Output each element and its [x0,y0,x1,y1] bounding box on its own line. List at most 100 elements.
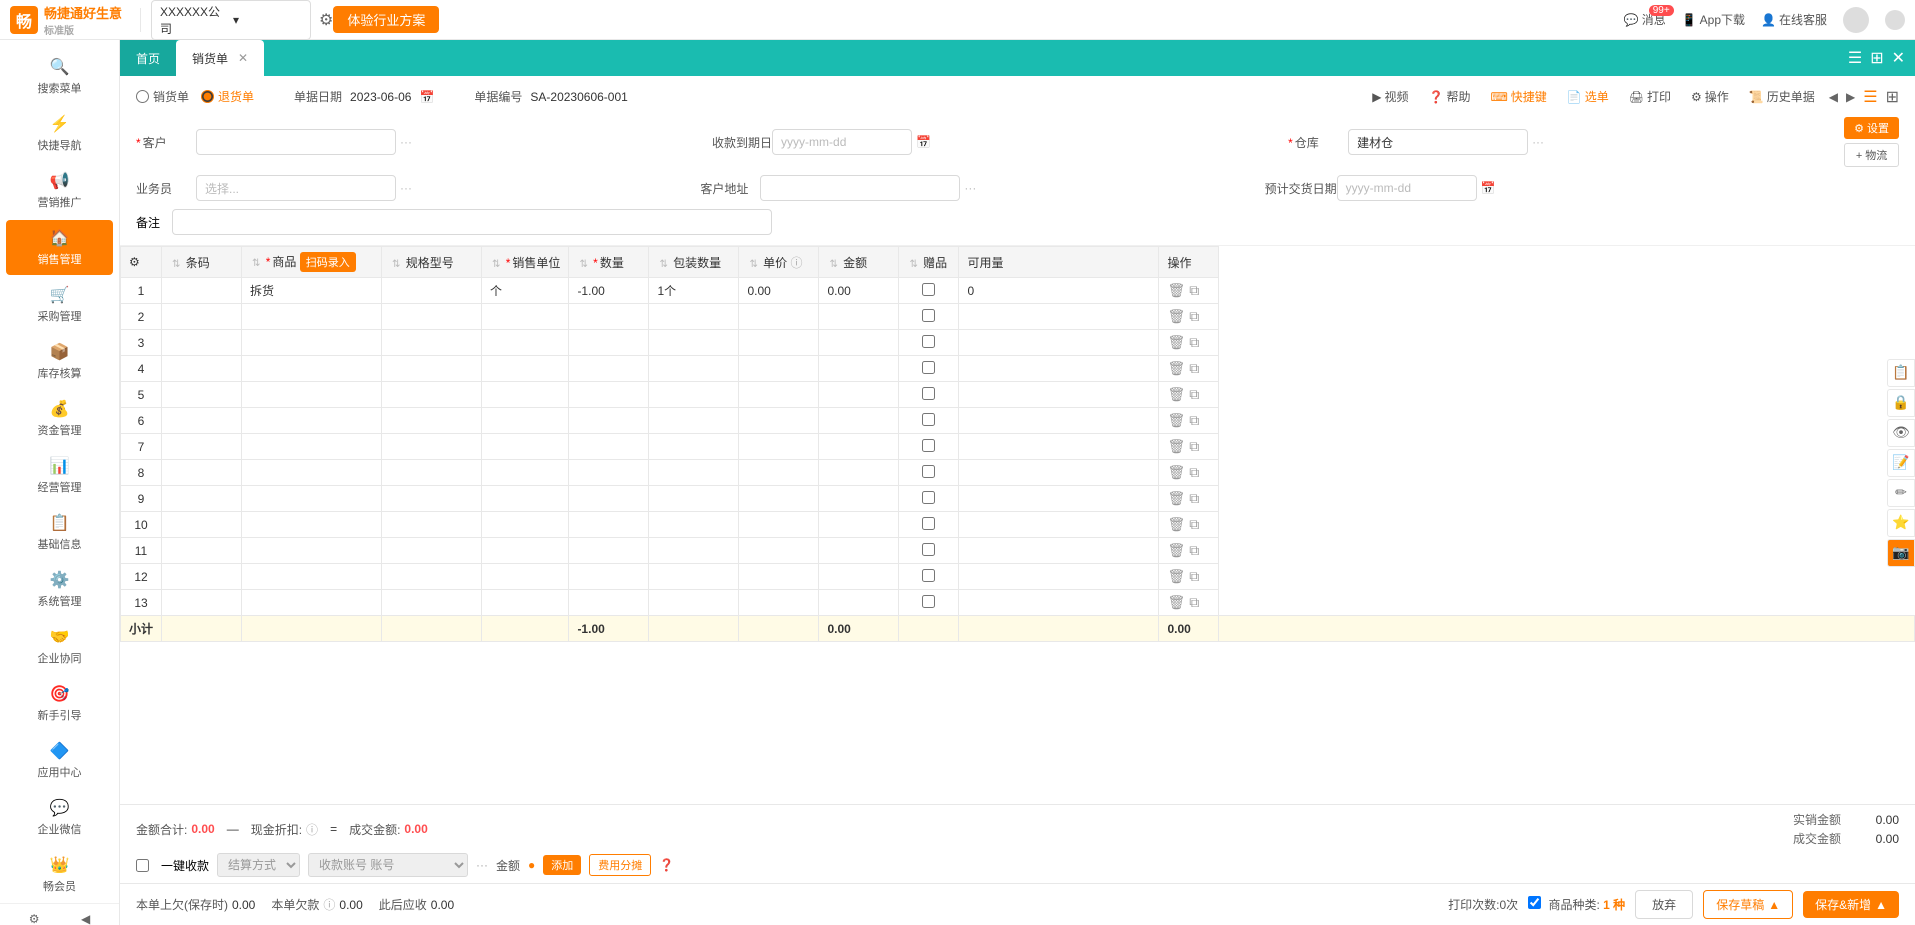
copy-icon[interactable]: ⧉ [1189,438,1199,455]
cell-amount[interactable]: 0.00 [819,278,899,304]
tab-list-icon[interactable]: ☰ [1848,48,1862,68]
cell-gift[interactable] [899,538,959,564]
collapse-icon[interactable]: ◀ [81,912,90,925]
settings-bottom-icon[interactable]: ⚙ [29,912,40,925]
cell-pack-qty[interactable] [649,434,739,460]
tab-sales-order[interactable]: 销货单 ✕ [176,40,264,76]
gift-checkbox[interactable] [922,387,935,400]
copy-icon[interactable]: ⧉ [1189,516,1199,533]
cell-barcode[interactable] [162,434,242,460]
cell-barcode[interactable] [162,330,242,356]
cell-barcode[interactable] [162,512,242,538]
float-btn-7[interactable]: 📷 [1887,539,1915,567]
cell-pack-qty[interactable]: 1个 [649,278,739,304]
cell-gift[interactable] [899,512,959,538]
sort-icon-price[interactable]: ⇅ [749,259,757,270]
copy-icon[interactable]: ⧉ [1189,490,1199,507]
delete-icon[interactable]: 🗑 [1167,490,1185,507]
cell-spec[interactable] [382,590,482,616]
cell-product[interactable] [242,590,382,616]
cell-pack-qty[interactable] [649,408,739,434]
gift-checkbox[interactable] [922,335,935,348]
cell-price[interactable] [739,460,819,486]
cell-qty[interactable] [569,356,649,382]
delete-icon[interactable]: 🗑 [1167,334,1185,351]
cell-pack-qty[interactable] [649,330,739,356]
sort-icon-pack[interactable]: ⇅ [659,259,667,270]
sidebar-item-guide[interactable]: 🎯 新手引导 [6,676,113,731]
cell-amount[interactable] [819,356,899,382]
settings-icon[interactable]: ⚙ [319,10,333,30]
sidebar-item-basic[interactable]: 📋 基础信息 [6,505,113,560]
cell-qty[interactable] [569,304,649,330]
delete-icon[interactable]: 🗑 [1167,568,1185,585]
cell-qty[interactable] [569,434,649,460]
cell-unit[interactable] [482,356,569,382]
cell-qty[interactable] [569,512,649,538]
trial-button[interactable]: 体验行业方案 [333,6,439,33]
cell-spec[interactable] [382,434,482,460]
copy-icon[interactable]: ⧉ [1189,282,1199,299]
cell-barcode[interactable] [162,486,242,512]
cell-gift[interactable] [899,330,959,356]
cell-amount[interactable] [819,512,899,538]
copy-icon[interactable]: ⧉ [1189,334,1199,351]
copy-icon[interactable]: ⧉ [1189,542,1199,559]
customer-addr-input[interactable] [760,175,960,201]
cell-qty[interactable] [569,590,649,616]
cell-price[interactable] [739,408,819,434]
message-button[interactable]: 💬 消息 99+ [1624,11,1666,28]
cell-product[interactable] [242,564,382,590]
sidebar-item-search[interactable]: 🔍 搜索菜单 [6,49,113,104]
tab-grid-icon[interactable]: ⊞ [1870,48,1883,68]
sort-icon-gift[interactable]: ⇅ [909,259,917,270]
close-all-icon[interactable]: ✕ [1892,48,1905,68]
gift-checkbox[interactable] [922,595,935,608]
help-btn[interactable]: ❓ 帮助 [1423,86,1477,107]
cell-qty[interactable] [569,408,649,434]
cell-qty[interactable] [569,382,649,408]
cell-amount[interactable] [819,538,899,564]
price-info-icon[interactable]: ⓘ [791,256,803,270]
product-type-checkbox[interactable] [1528,896,1541,909]
sidebar-item-appstore[interactable]: 🔷 应用中心 [6,733,113,788]
cell-spec[interactable] [382,408,482,434]
video-btn[interactable]: ▶ 视频 [1366,86,1414,107]
cell-spec[interactable] [382,460,482,486]
scan-button[interactable]: 扫码录入 [300,252,356,272]
cell-unit[interactable] [482,408,569,434]
cell-product[interactable] [242,460,382,486]
warehouse-input[interactable]: 建材仓 [1348,129,1528,155]
cell-amount[interactable] [819,408,899,434]
cell-product[interactable] [242,356,382,382]
cell-amount[interactable] [819,434,899,460]
gift-checkbox[interactable] [922,569,935,582]
copy-icon[interactable]: ⧉ [1189,568,1199,585]
cell-pack-qty[interactable] [649,356,739,382]
expected-date-input[interactable]: yyyy-mm-dd [1337,175,1477,201]
cell-unit[interactable] [482,434,569,460]
float-btn-6[interactable]: ⭐ [1887,509,1915,537]
cell-barcode[interactable] [162,564,242,590]
cell-spec[interactable] [382,382,482,408]
sidebar-item-wechat[interactable]: 💬 企业微信 [6,790,113,845]
cell-spec[interactable] [382,486,482,512]
online-service-button[interactable]: 👤 在线客服 [1761,11,1827,28]
sidebar-item-system[interactable]: ⚙️ 系统管理 [6,562,113,617]
cell-price[interactable] [739,382,819,408]
copy-icon[interactable]: ⧉ [1189,386,1199,403]
cell-gift[interactable] [899,278,959,304]
cell-price[interactable] [739,330,819,356]
sidebar-item-marketing[interactable]: 📢 营销推广 [6,163,113,218]
delete-icon[interactable]: 🗑 [1167,542,1185,559]
cell-product[interactable] [242,408,382,434]
cell-unit[interactable] [482,460,569,486]
cell-unit[interactable]: 个 [482,278,569,304]
due-date-calendar-icon[interactable]: 📅 [916,135,931,149]
salesperson-more-icon[interactable]: ··· [400,181,412,195]
cell-price[interactable] [739,356,819,382]
one-click-checkbox[interactable] [136,859,149,872]
warehouse-more-icon[interactable]: ··· [1532,135,1544,149]
copy-icon[interactable]: ⧉ [1189,360,1199,377]
sort-icon-spec[interactable]: ⇅ [392,259,400,270]
